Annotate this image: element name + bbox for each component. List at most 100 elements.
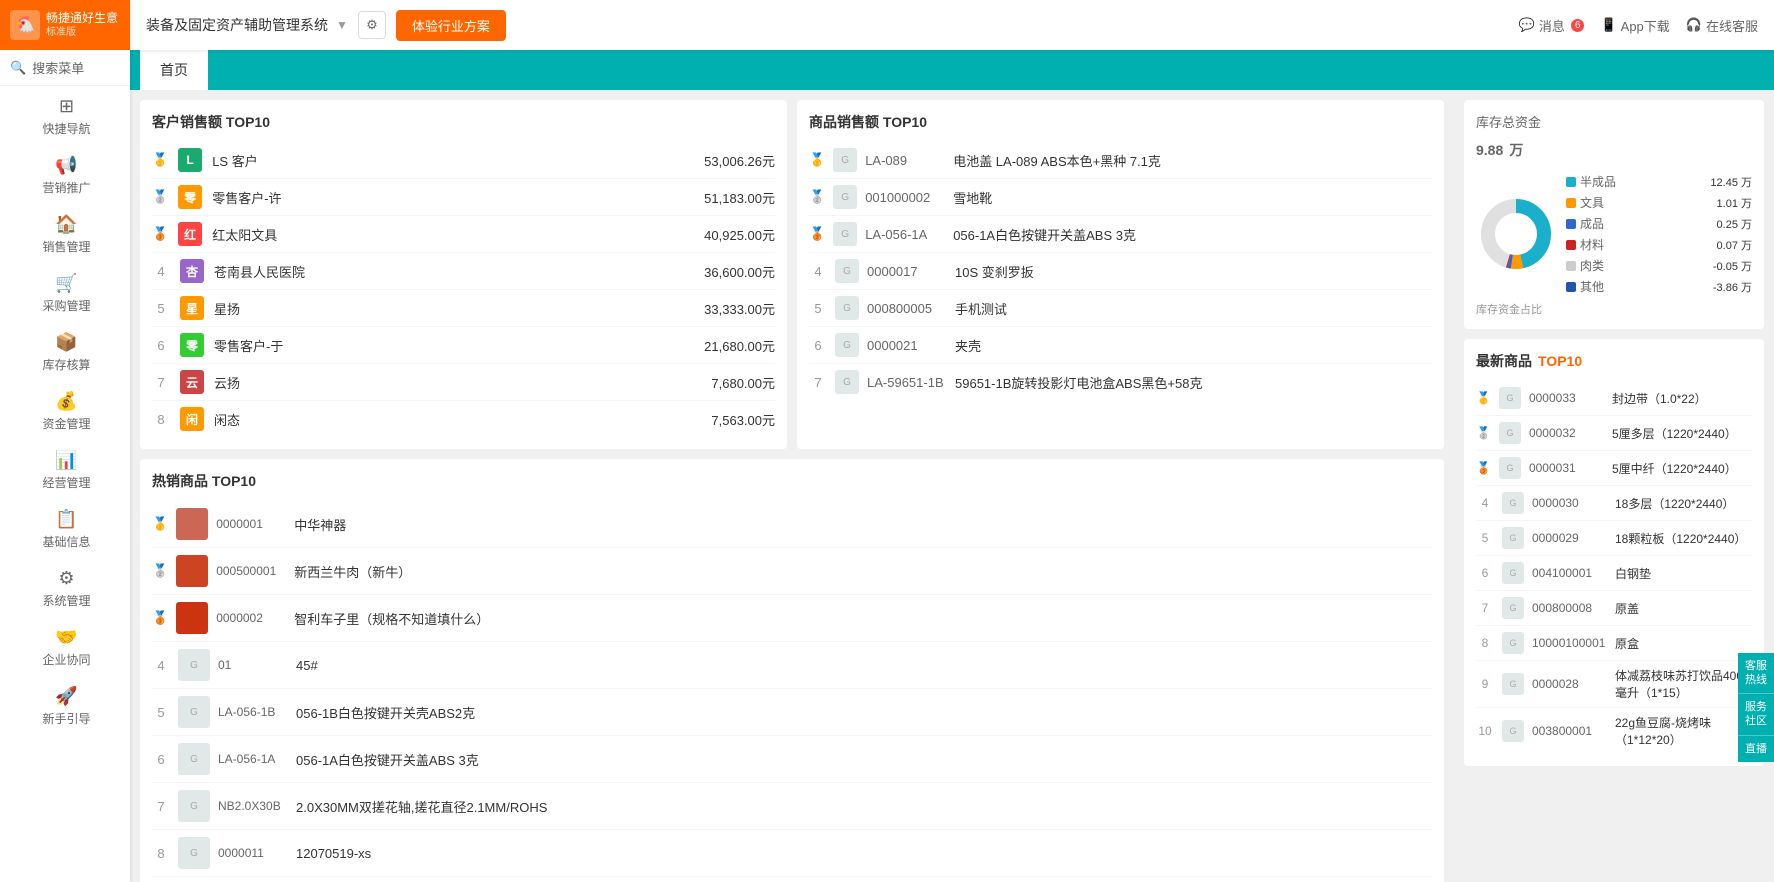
message-button[interactable]: 💬 消息 6 [1519,16,1585,35]
legend-label: 文具 [1566,194,1717,211]
inventory-card: 库存总资金 9.88 万 [1464,100,1764,329]
sidebar-item-label: 基础信息 [42,533,90,550]
product-ranking-item: 5 G 000800005 手机测试 [809,290,1432,327]
customer-list-item: 🥉 红 红太阳文具 40,925.00元 [152,216,775,253]
search-menu-button[interactable]: 🔍 搜索菜单 [10,58,120,77]
newest-product-thumbnail: G [1502,720,1524,742]
sidebar-item-资金管理[interactable]: 💰资金管理 [0,381,130,440]
newest-product-code: 0000032 [1529,426,1604,440]
newest-product-name: 体减荔枝味苏打饮品400毫升（1*15） [1615,667,1752,701]
float-button-服务社区[interactable]: 服务社区 [1738,694,1774,736]
top-section: 客户销售额 TOP10 🥇 L LS 客户 53,006.26元 🥈 零 零售客… [140,100,1444,449]
newest-product-code: 004100001 [1532,566,1607,580]
sidebar-item-企业协同[interactable]: 🤝企业协同 [0,617,130,676]
sidebar-item-采购管理[interactable]: 🛒采购管理 [0,263,130,322]
customer-name: 零售客户-于 [214,336,694,355]
rank-number: 4 [809,264,827,279]
hot-products-title: 热销商品 TOP10 [152,471,1432,491]
rank-number: 5 [152,301,170,316]
sidebar-item-销售管理[interactable]: 🏠销售管理 [0,204,130,263]
rank-medal-icon: 🥇 [1476,391,1491,405]
product-ranking-card: 商品销售额 TOP10 🥇 G LA-089 电池盖 LA-089 ABS本色+… [797,100,1444,449]
headset-icon: 🎧 [1686,17,1702,33]
customer-list-item: 8 闲 闲态 7,563.00元 [152,401,775,437]
online-service-button[interactable]: 🎧 在线客服 [1686,16,1758,35]
sidebar-item-库存核算[interactable]: 📦 库存核算 [0,322,130,381]
newest-product-code: 10000100001 [1532,636,1607,650]
hot-product-thumbnail [176,602,208,634]
newest-product-item: 4 G 0000030 18多层（1220*2440） [1476,486,1752,521]
hot-product-code: LA-056-1B [218,705,288,719]
sidebar-item-label: 库存核算 [42,356,90,373]
donut-chart [1476,194,1556,274]
customer-list-item: 🥈 零 零售客户-许 51,183.00元 [152,179,775,216]
hot-product-name: 056-1B白色按键开关壳ABS2克 [296,703,1432,722]
legend-value: -3.86 万 [1713,279,1752,295]
customer-name: 闲态 [214,410,701,429]
hot-product-name: 056-1A白色按键开关盖ABS 3克 [296,750,1432,769]
newest-product-code: 003800001 [1532,724,1607,738]
rank-number: 5 [152,705,170,720]
legend-color-dot [1566,219,1576,229]
legend-value: 1.01 万 [1717,195,1752,211]
hot-product-item: 🥇 0000001 中华神器 [152,501,1432,548]
app-download-button[interactable]: 📱 App下载 [1600,16,1669,35]
newest-product-item: 🥇 G 0000033 封边带（1.0*22） [1476,381,1752,416]
chart-legend: 半成品 12.45 万 文具 1.01 万 成品 0.25 万 材料 0.07 … [1566,171,1752,297]
hot-product-name: 45# [296,658,1432,673]
legend-value: 0.25 万 [1717,216,1752,232]
message-count-badge: 6 [1571,19,1585,32]
product-thumbnail: G [833,148,857,172]
app-version: 标准版 [46,26,118,39]
sidebar-item-营销推广[interactable]: 📢营销推广 [0,145,130,204]
customer-amount: 21,680.00元 [704,336,775,355]
newest-product-name: 5厘多层（1220*2440） [1612,425,1752,442]
customer-avatar: 杏 [180,259,204,283]
sidebar-item-系统管理[interactable]: ⚙系统管理 [0,558,130,617]
chevron-down-icon[interactable]: ▼ [336,18,348,32]
float-button-直播[interactable]: 直播 [1738,736,1774,762]
sidebar-nav: ⊞快捷导航📢营销推广🏠销售管理🛒采购管理 📦 库存核算 💰资金管理📊经营管理📋基础信息… [0,86,130,882]
newest-product-item: 10 G 003800001 22g鱼豆腐-烧烤味（1*12*20） [1476,708,1752,754]
customer-name: 星扬 [214,299,694,318]
hot-product-thumbnail [176,555,208,587]
newest-product-item: 6 G 004100001 白钢垫 [1476,556,1752,591]
rank-number: 6 [152,338,170,353]
chart-area: 半成品 12.45 万 文具 1.01 万 成品 0.25 万 材料 0.07 … [1476,171,1752,297]
product-code: 001000002 [865,190,945,205]
newest-product-name: 18颗粒板（1220*2440） [1615,530,1752,547]
rank-number: 4 [152,658,170,673]
logo-area: 🐔 畅捷通好生意 标准版 [0,0,130,50]
system-selector[interactable]: 装备及固定资产辅助管理系统 ▼ [146,15,348,35]
settings-button[interactable]: ⚙ [358,11,386,39]
sidebar-item-基础信息[interactable]: 📋基础信息 [0,499,130,558]
sidebar-item-快捷导航[interactable]: ⊞快捷导航 [0,86,130,145]
legend-name: 其他 [1580,278,1604,295]
legend-color-dot [1566,240,1576,250]
rank-number: 10 [1476,724,1494,738]
hot-product-code: 0000002 [216,611,286,625]
rank-number: 6 [1476,566,1494,580]
newest-product-name: 原盖 [1615,600,1752,617]
trial-button[interactable]: 体验行业方案 [396,10,506,41]
sidebar-item-经营管理[interactable]: 📊经营管理 [0,440,130,499]
product-name: 59651-1B旋转投影灯电池盒ABS黑色+58克 [955,373,1432,392]
online-service-label: 在线客服 [1706,16,1758,35]
hot-product-thumbnail: G [178,696,210,728]
tab-home[interactable]: 首页 [140,50,208,90]
newest-product-thumbnail: G [1502,492,1524,514]
main-container: 装备及固定资产辅助管理系统 ▼ ⚙ 体验行业方案 💬 消息 6 📱 App下载 … [130,0,1774,882]
topbar: 装备及固定资产辅助管理系统 ▼ ⚙ 体验行业方案 💬 消息 6 📱 App下载 … [130,0,1774,50]
sidebar-item-新手引导[interactable]: 🚀新手引导 [0,676,130,735]
sidebar-icon: 📦 [55,332,77,353]
hot-product-code: 0000001 [216,517,286,531]
hot-products-label: 热销商品 TOP10 [152,471,256,491]
newest-product-name: 封边带（1.0*22） [1612,390,1752,407]
hot-products-section: 热销商品 TOP10 🥇 0000001 中华神器 🥈 000500001 新西… [140,459,1444,882]
float-button-客服热线[interactable]: 客服热线 [1738,653,1774,695]
sidebar-search-area[interactable]: 🔍 搜索菜单 [0,50,130,86]
legend-color-dot [1566,198,1576,208]
topbar-right: 💬 消息 6 📱 App下载 🎧 在线客服 [1519,16,1758,35]
product-name: 电池盖 LA-089 ABS本色+黑种 7.1克 [953,151,1432,170]
newest-product-name: 22g鱼豆腐-烧烤味（1*12*20） [1615,714,1752,748]
